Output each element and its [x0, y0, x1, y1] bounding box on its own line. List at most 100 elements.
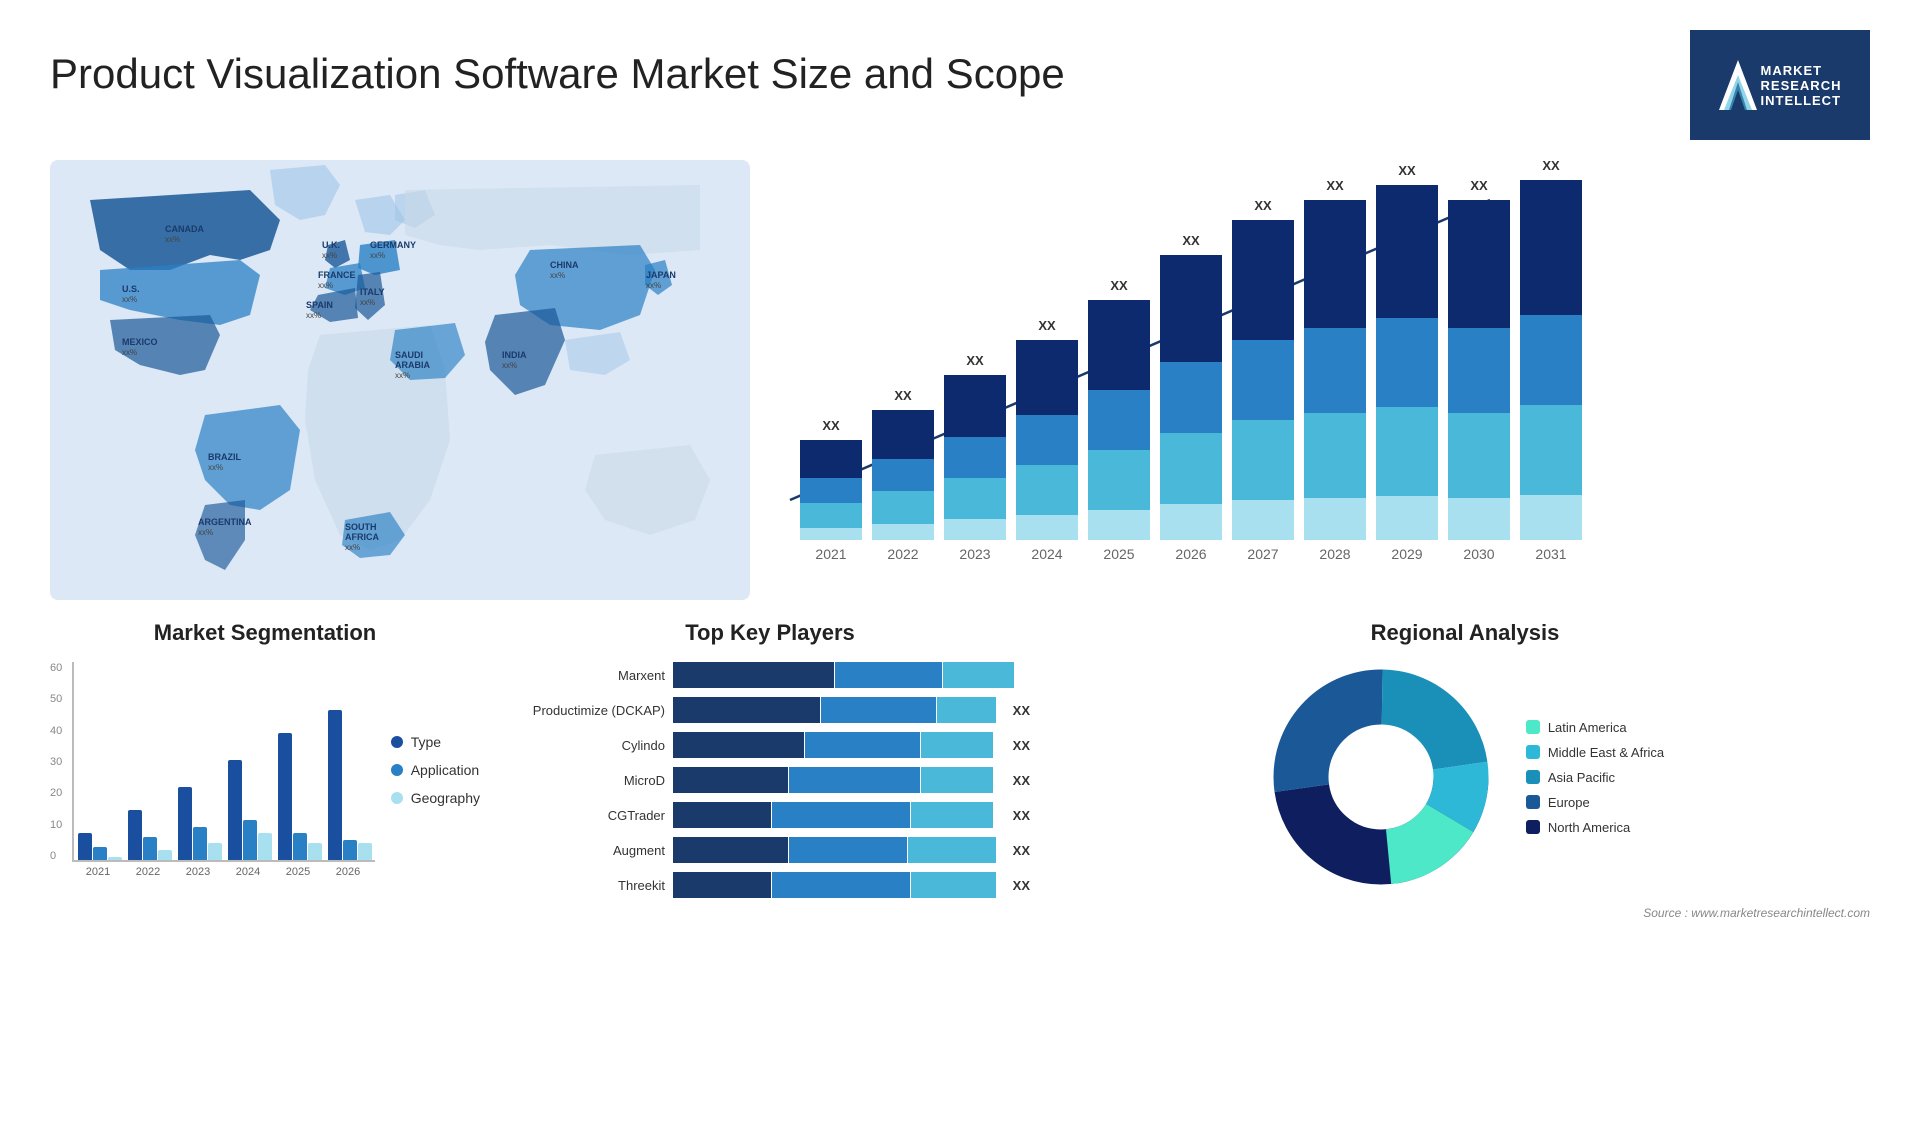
seg-bar-geo-2023 — [208, 843, 222, 860]
x-label-2029: 2029 — [1376, 546, 1438, 562]
legend-label-latin: Latin America — [1548, 720, 1627, 735]
legend-label-asia: Asia Pacific — [1548, 770, 1615, 785]
seg-dot-geo — [391, 792, 403, 804]
source-text: Source : www.marketresearchintellect.com — [0, 898, 1920, 928]
bar-chart-section: XX XX XX — [780, 160, 1870, 600]
player-bar-2 — [821, 697, 936, 723]
logo-line1: MARKET — [1761, 63, 1842, 78]
seg-bar-type-2026 — [328, 710, 342, 860]
player-row-cylindo: Cylindo XX — [510, 732, 1030, 758]
x-label-2024: 2024 — [1016, 546, 1078, 562]
svg-text:JAPAN: JAPAN — [646, 270, 676, 280]
legend-asia: Asia Pacific — [1526, 770, 1664, 785]
seg-group-2021 — [78, 833, 122, 860]
player-bar-2 — [789, 767, 920, 793]
logo: MARKET RESEARCH INTELLECT — [1690, 30, 1870, 140]
bar-chart-x-axis: 2021 2022 2023 2024 2025 2026 2027 2028 … — [780, 546, 1870, 562]
svg-text:xx%: xx% — [122, 348, 137, 357]
player-bars-cylindo — [673, 732, 1001, 758]
world-map-svg: CANADA xx% U.S. xx% MEXICO xx% BRAZIL xx… — [50, 160, 750, 600]
logo-line2: RESEARCH — [1761, 78, 1842, 93]
seg-y-10: 10 — [50, 819, 62, 831]
svg-text:INDIA: INDIA — [502, 350, 527, 360]
svg-text:xx%: xx% — [370, 251, 385, 260]
seg-bar-app-2022 — [143, 837, 157, 860]
seg-group-2026 — [328, 710, 372, 860]
x-label-2026: 2026 — [1160, 546, 1222, 562]
svg-text:xx%: xx% — [502, 361, 517, 370]
svg-text:BRAZIL: BRAZIL — [208, 452, 241, 462]
players-list: Marxent Productimize (DCKAP) XX — [510, 662, 1030, 898]
regional-title: Regional Analysis — [1060, 620, 1870, 646]
bar-label-2024: XX — [1038, 318, 1055, 333]
seg-group-2024 — [228, 760, 272, 860]
bar-label-2027: XX — [1254, 198, 1271, 213]
seg-y-0: 0 — [50, 850, 62, 862]
bar-label-2029: XX — [1398, 163, 1415, 178]
x-label-2022: 2022 — [872, 546, 934, 562]
legend-mea: Middle East & Africa — [1526, 745, 1664, 760]
player-name-microd: MicroD — [510, 773, 665, 788]
regional-legend: Latin America Middle East & Africa Asia … — [1526, 720, 1664, 835]
seg-bar-geo-2024 — [258, 833, 272, 860]
svg-text:GERMANY: GERMANY — [370, 240, 416, 250]
seg-legend-type: Type — [391, 734, 480, 750]
seg-group-2025 — [278, 733, 322, 860]
seg-bar-app-2025 — [293, 833, 307, 860]
seg-label-app: Application — [411, 762, 480, 778]
svg-text:xx%: xx% — [165, 235, 180, 244]
legend-dot-latin — [1526, 720, 1540, 734]
seg-group-2022 — [128, 810, 172, 860]
segmentation-section: Market Segmentation 0 10 20 30 40 50 60 — [50, 620, 480, 898]
seg-y-30: 30 — [50, 756, 62, 768]
legend-label-mea: Middle East & Africa — [1548, 745, 1664, 760]
player-bar-3 — [911, 802, 993, 828]
player-bars-threekit — [673, 872, 1001, 898]
player-row-cgtrader: CGTrader XX — [510, 802, 1030, 828]
x-label-2027: 2027 — [1232, 546, 1294, 562]
player-name-cgtrader: CGTrader — [510, 808, 665, 823]
x-label-2021: 2021 — [800, 546, 862, 562]
bar-2027: XX — [1232, 220, 1294, 540]
player-xx-productimize: XX — [1013, 703, 1030, 718]
svg-text:SOUTH: SOUTH — [345, 522, 377, 532]
player-xx-augment: XX — [1013, 843, 1030, 858]
donut-center — [1329, 725, 1433, 829]
player-bar-1-marxent — [673, 662, 834, 688]
seg-bar-type-2022 — [128, 810, 142, 860]
bar-label-2023: XX — [966, 353, 983, 368]
bar-2024: XX — [1016, 340, 1078, 540]
seg-group-2023 — [178, 787, 222, 860]
bar-2029: XX — [1376, 185, 1438, 540]
svg-text:xx%: xx% — [318, 281, 333, 290]
bar-2021: XX — [800, 440, 862, 540]
player-bar-1 — [673, 872, 771, 898]
x-label-2030: 2030 — [1448, 546, 1510, 562]
x-label-2023: 2023 — [944, 546, 1006, 562]
logo-line3: INTELLECT — [1761, 93, 1842, 108]
player-name-augment: Augment — [510, 843, 665, 858]
bar-2031: XX — [1520, 180, 1582, 540]
seg-bar-type-2025 — [278, 733, 292, 860]
svg-text:xx%: xx% — [395, 371, 410, 380]
seg-bars — [72, 662, 375, 862]
seg-bar-geo-2025 — [308, 843, 322, 860]
seg-y-20: 20 — [50, 787, 62, 799]
bar-label-2022: XX — [894, 388, 911, 403]
legend-dot-mea — [1526, 745, 1540, 759]
world-map: CANADA xx% U.S. xx% MEXICO xx% BRAZIL xx… — [50, 160, 750, 600]
seg-label-geo: Geography — [411, 790, 480, 806]
svg-text:xx%: xx% — [646, 281, 661, 290]
player-bar-1 — [673, 802, 771, 828]
seg-x-2024: 2024 — [226, 866, 270, 878]
svg-text:FRANCE: FRANCE — [318, 270, 356, 280]
seg-bar-geo-2026 — [358, 843, 372, 860]
player-bars-productimize — [673, 697, 1001, 723]
player-bar-2 — [772, 802, 910, 828]
svg-text:xx%: xx% — [208, 463, 223, 472]
seg-bar-geo-2021 — [108, 857, 122, 860]
player-row-marxent: Marxent — [510, 662, 1030, 688]
player-bar-3 — [911, 872, 996, 898]
seg-label-type: Type — [411, 734, 441, 750]
x-label-2028: 2028 — [1304, 546, 1366, 562]
